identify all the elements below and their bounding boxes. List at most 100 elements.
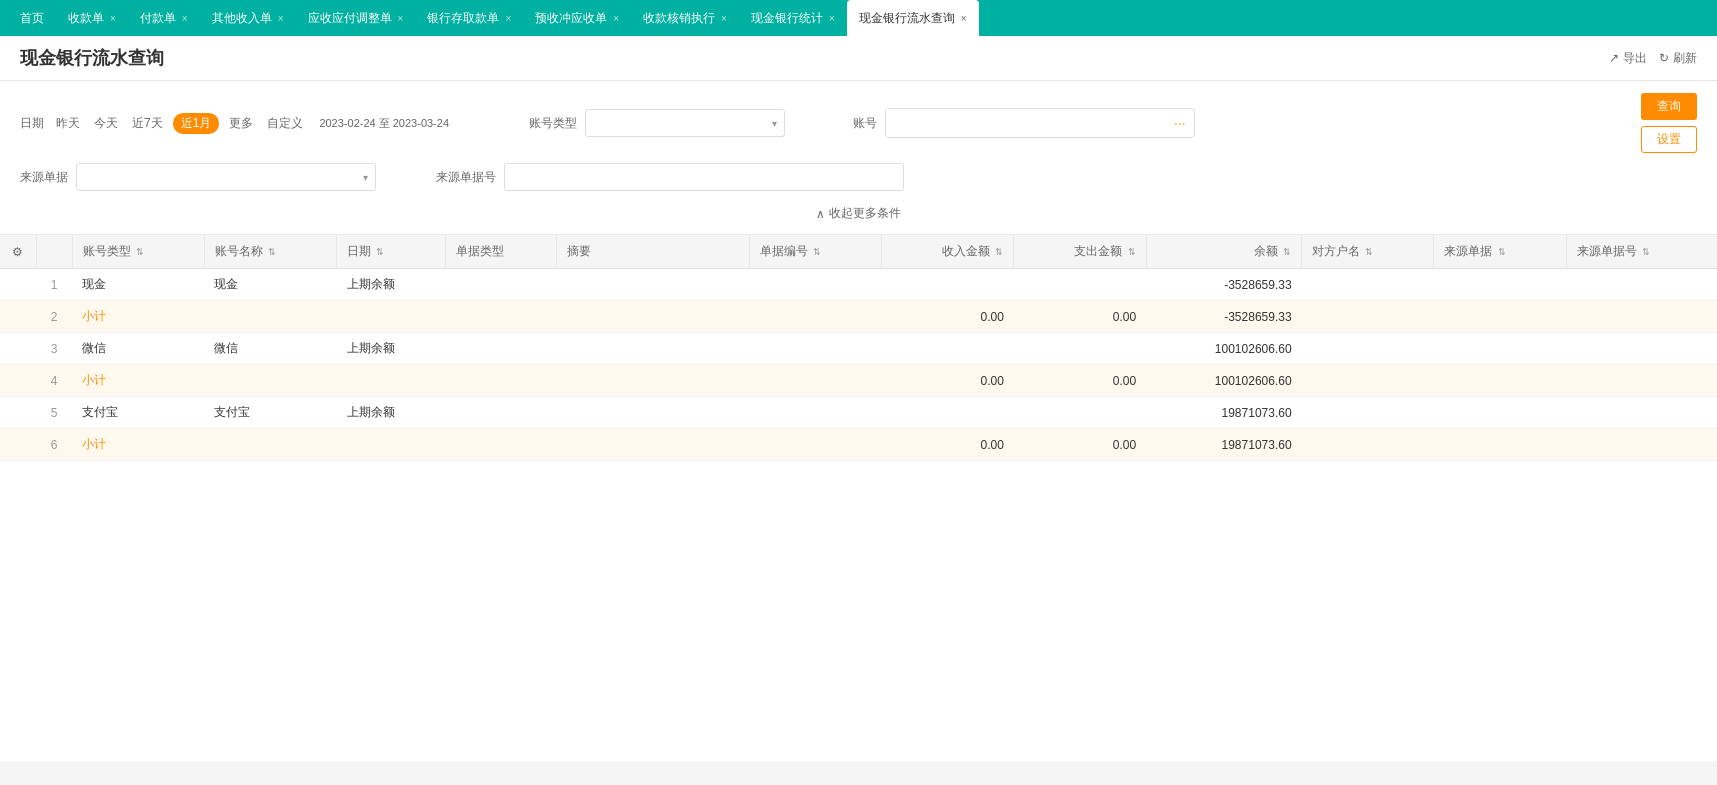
th-source-doc[interactable]: 来源单据 ⇅ xyxy=(1434,235,1566,269)
query-button[interactable]: 查询 xyxy=(1641,93,1697,120)
td-expense: 0.00 xyxy=(1014,365,1146,397)
account-input[interactable] xyxy=(886,109,1166,137)
close-icon[interactable]: × xyxy=(182,13,188,24)
th-gear[interactable]: ⚙ xyxy=(0,235,36,269)
date-7days-btn[interactable]: 近7天 xyxy=(128,113,167,134)
td-expense: 0.00 xyxy=(1014,301,1146,333)
td-counterpart xyxy=(1302,269,1434,301)
td-account-type: 小计 xyxy=(72,365,204,397)
th-expense[interactable]: 支出金额 ⇅ xyxy=(1014,235,1146,269)
td-index: 2 xyxy=(36,301,72,333)
td-index: 3 xyxy=(36,333,72,365)
close-icon[interactable]: × xyxy=(721,13,727,24)
date-more-btn[interactable]: 更多 xyxy=(225,113,257,134)
td-doc-no xyxy=(749,429,881,461)
td-date xyxy=(337,429,446,461)
account-label: 账号 xyxy=(853,115,877,132)
nav-home[interactable]: 首页 xyxy=(8,0,56,36)
table-container: ⚙ 账号类型 ⇅ 账号名称 ⇅ 日期 ⇅ 单据类型 摘要 单据编号 ⇅ 收入金额… xyxy=(0,235,1717,461)
account-type-select-wrapper xyxy=(585,109,785,137)
td-counterpart xyxy=(1302,429,1434,461)
source-doc-no-input[interactable] xyxy=(504,163,904,191)
top-nav: 首页 收款单 × 付款单 × 其他收入单 × 应收应付调整单 × 银行存取款单 … xyxy=(0,0,1717,36)
th-account-type[interactable]: 账号类型 ⇅ xyxy=(72,235,204,269)
close-icon[interactable]: × xyxy=(829,13,835,24)
export-button[interactable]: ↗ 导出 xyxy=(1609,50,1647,67)
td-expense xyxy=(1014,269,1146,301)
td-index: 1 xyxy=(36,269,72,301)
th-income[interactable]: 收入金额 ⇅ xyxy=(882,235,1014,269)
td-source-doc-no xyxy=(1566,269,1717,301)
td-counterpart xyxy=(1302,333,1434,365)
nav-collection-exec[interactable]: 收款核销执行 × xyxy=(631,0,739,36)
close-icon[interactable]: × xyxy=(398,13,404,24)
date-today-btn[interactable]: 今天 xyxy=(90,113,122,134)
source-doc-select[interactable] xyxy=(76,163,376,191)
th-counterpart[interactable]: 对方户名 ⇅ xyxy=(1302,235,1434,269)
nav-ar-ap-adjust[interactable]: 应收应付调整单 × xyxy=(296,0,416,36)
date-filter-group: 日期 昨天 今天 近7天 近1月 更多 自定义 2023-02-24 至 202… xyxy=(20,113,449,134)
close-icon[interactable]: × xyxy=(961,13,967,24)
table-row: 5支付宝支付宝上期余额19871073.60 xyxy=(0,397,1717,429)
td-balance: 19871073.60 xyxy=(1146,429,1301,461)
nav-prepay-offset[interactable]: 预收冲应收单 × xyxy=(523,0,631,36)
td-source-doc xyxy=(1434,333,1566,365)
close-icon[interactable]: × xyxy=(278,13,284,24)
nav-payments[interactable]: 付款单 × xyxy=(128,0,200,36)
td-summary xyxy=(557,397,750,429)
td-doc-no xyxy=(749,397,881,429)
account-dots-icon[interactable]: ··· xyxy=(1166,115,1194,131)
td-income: 0.00 xyxy=(882,429,1014,461)
refresh-icon: ↻ xyxy=(1659,51,1669,65)
th-balance[interactable]: 余额 ⇅ xyxy=(1146,235,1301,269)
th-doc-type: 单据类型 xyxy=(446,235,557,269)
date-yesterday-btn[interactable]: 昨天 xyxy=(52,113,84,134)
close-icon[interactable]: × xyxy=(505,13,511,24)
td-balance: 100102606.60 xyxy=(1146,333,1301,365)
nav-other-income[interactable]: 其他收入单 × xyxy=(200,0,296,36)
td-account-type: 微信 xyxy=(72,333,204,365)
td-account-type: 支付宝 xyxy=(72,397,204,429)
th-index xyxy=(36,235,72,269)
td-doc-no xyxy=(749,301,881,333)
td-counterpart xyxy=(1302,397,1434,429)
nav-receipts[interactable]: 收款单 × xyxy=(56,0,128,36)
filter-row-2: 来源单据 来源单据号 xyxy=(20,163,1697,191)
td-balance: 100102606.60 xyxy=(1146,365,1301,397)
td-income: 0.00 xyxy=(882,301,1014,333)
td-expense xyxy=(1014,333,1146,365)
th-account-name[interactable]: 账号名称 ⇅ xyxy=(204,235,336,269)
td-source-doc xyxy=(1434,397,1566,429)
chevron-up-icon: ∧ xyxy=(816,207,825,221)
td-doc-no xyxy=(749,333,881,365)
td-checkbox xyxy=(0,269,36,301)
nav-cash-flow-query[interactable]: 现金银行流水查询 × xyxy=(847,0,979,36)
td-checkbox xyxy=(0,429,36,461)
td-income xyxy=(882,269,1014,301)
close-icon[interactable]: × xyxy=(613,13,619,24)
table-row: 6小计0.000.0019871073.60 xyxy=(0,429,1717,461)
nav-bank-deposit[interactable]: 银行存取款单 × xyxy=(415,0,523,36)
collapse-button[interactable]: ∧ 收起更多条件 xyxy=(816,205,901,222)
td-doc-type xyxy=(446,301,557,333)
td-checkbox xyxy=(0,365,36,397)
table-row: 2小计0.000.00-3528659.33 xyxy=(0,301,1717,333)
collapse-row: ∧ 收起更多条件 xyxy=(20,201,1697,226)
filter-row-1: 日期 昨天 今天 近7天 近1月 更多 自定义 2023-02-24 至 202… xyxy=(20,93,1697,153)
date-1month-btn[interactable]: 近1月 xyxy=(173,113,220,134)
close-icon[interactable]: × xyxy=(110,13,116,24)
td-index: 6 xyxy=(36,429,72,461)
td-account-name: 微信 xyxy=(204,333,336,365)
th-doc-no[interactable]: 单据编号 ⇅ xyxy=(749,235,881,269)
account-type-select[interactable] xyxy=(585,109,785,137)
td-account-name xyxy=(204,365,336,397)
settings-button[interactable]: 设置 xyxy=(1641,126,1697,153)
td-source-doc xyxy=(1434,301,1566,333)
td-counterpart xyxy=(1302,301,1434,333)
th-source-doc-no[interactable]: 来源单据号 ⇅ xyxy=(1566,235,1717,269)
date-custom-btn[interactable]: 自定义 xyxy=(263,113,307,134)
nav-cash-stats[interactable]: 现金银行统计 × xyxy=(739,0,847,36)
th-date[interactable]: 日期 ⇅ xyxy=(337,235,446,269)
refresh-button[interactable]: ↻ 刷新 xyxy=(1659,50,1697,67)
td-doc-type xyxy=(446,333,557,365)
